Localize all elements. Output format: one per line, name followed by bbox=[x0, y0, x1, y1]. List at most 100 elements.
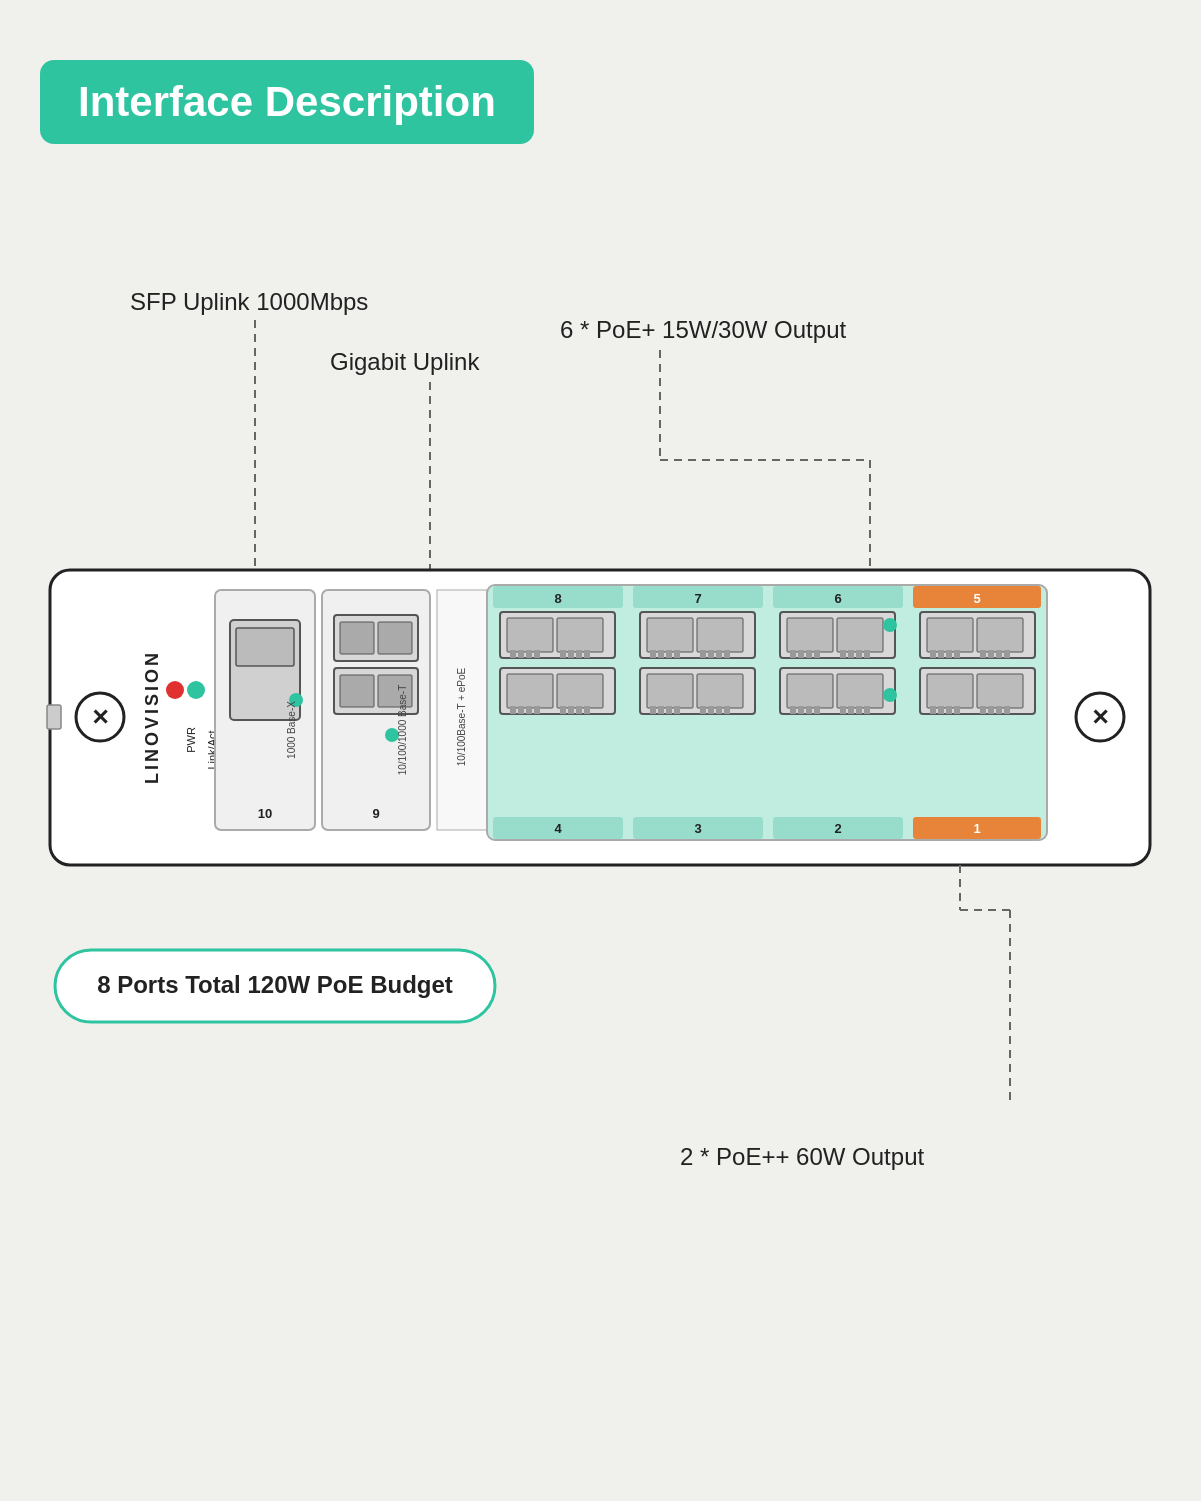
svg-rect-63 bbox=[837, 674, 883, 708]
svg-rect-7 bbox=[534, 650, 540, 658]
svg-rect-71 bbox=[864, 706, 870, 714]
brand-text: LINOVISION bbox=[142, 650, 162, 784]
svg-rect-16 bbox=[666, 650, 672, 658]
gigabit-spec-label: 10/100/1000 Base-T bbox=[397, 685, 408, 776]
svg-rect-74 bbox=[930, 706, 936, 714]
sfp-label-text: SFP Uplink 1000Mbps bbox=[130, 288, 368, 315]
svg-rect-37 bbox=[954, 650, 960, 658]
svg-rect-59 bbox=[708, 706, 714, 714]
svg-rect-54 bbox=[650, 706, 656, 714]
sfp-spec-label: 1000 Base-X bbox=[286, 701, 297, 759]
port1-num: 1 bbox=[973, 821, 980, 836]
sfp-inner bbox=[236, 628, 294, 666]
svg-rect-38 bbox=[980, 650, 986, 658]
svg-rect-58 bbox=[700, 706, 706, 714]
port6-led bbox=[883, 618, 897, 632]
svg-rect-40 bbox=[996, 650, 1002, 658]
svg-rect-65 bbox=[798, 706, 804, 714]
svg-rect-19 bbox=[708, 650, 714, 658]
port5-num: 5 bbox=[973, 591, 980, 606]
port4-num: 4 bbox=[554, 821, 562, 836]
svg-rect-69 bbox=[848, 706, 854, 714]
svg-rect-60 bbox=[716, 706, 722, 714]
svg-rect-23 bbox=[837, 618, 883, 652]
svg-rect-66 bbox=[806, 706, 812, 714]
svg-rect-43 bbox=[557, 674, 603, 708]
svg-rect-36 bbox=[946, 650, 952, 658]
svg-rect-48 bbox=[560, 706, 566, 714]
port9-label: 9 bbox=[372, 806, 379, 821]
svg-rect-11 bbox=[584, 650, 590, 658]
svg-rect-41 bbox=[1004, 650, 1010, 658]
poe-plus-label-text: 6 * PoE+ 15W/30W Output bbox=[560, 316, 846, 343]
svg-rect-73 bbox=[977, 674, 1023, 708]
poe-budget-label: 8 Ports Total 120W PoE Budget bbox=[97, 971, 453, 998]
port7-num: 7 bbox=[694, 591, 701, 606]
port6-num: 6 bbox=[834, 591, 841, 606]
gigabit-rj45-bot-inner bbox=[340, 675, 374, 707]
svg-rect-27 bbox=[814, 650, 820, 658]
svg-rect-25 bbox=[798, 650, 804, 658]
svg-rect-79 bbox=[988, 706, 994, 714]
svg-rect-13 bbox=[697, 618, 743, 652]
svg-rect-17 bbox=[674, 650, 680, 658]
svg-rect-14 bbox=[650, 650, 656, 658]
svg-rect-15 bbox=[658, 650, 664, 658]
svg-text:✕: ✕ bbox=[91, 705, 109, 730]
svg-rect-21 bbox=[724, 650, 730, 658]
left-connector bbox=[47, 705, 61, 729]
svg-rect-45 bbox=[518, 706, 524, 714]
svg-rect-33 bbox=[977, 618, 1023, 652]
svg-rect-2 bbox=[507, 618, 553, 652]
svg-rect-44 bbox=[510, 706, 516, 714]
svg-rect-50 bbox=[576, 706, 582, 714]
svg-rect-64 bbox=[790, 706, 796, 714]
port8-num: 8 bbox=[554, 591, 561, 606]
pwr-led bbox=[166, 681, 184, 699]
svg-rect-39 bbox=[988, 650, 994, 658]
svg-rect-30 bbox=[856, 650, 862, 658]
svg-rect-57 bbox=[674, 706, 680, 714]
svg-rect-34 bbox=[930, 650, 936, 658]
gigabit-rj45-top-inner2 bbox=[378, 622, 412, 654]
port2-led bbox=[883, 688, 897, 702]
svg-rect-35 bbox=[938, 650, 944, 658]
svg-rect-70 bbox=[856, 706, 862, 714]
svg-rect-61 bbox=[724, 706, 730, 714]
svg-rect-5 bbox=[518, 650, 524, 658]
svg-rect-42 bbox=[507, 674, 553, 708]
svg-rect-55 bbox=[658, 706, 664, 714]
svg-rect-18 bbox=[700, 650, 706, 658]
svg-rect-8 bbox=[560, 650, 566, 658]
gigabit-label-text: Gigabit Uplink bbox=[330, 348, 480, 375]
svg-rect-81 bbox=[1004, 706, 1010, 714]
svg-rect-78 bbox=[980, 706, 986, 714]
svg-rect-49 bbox=[568, 706, 574, 714]
epoe-spec-label: 10/100Base-T + ePoE bbox=[456, 667, 467, 766]
svg-rect-20 bbox=[716, 650, 722, 658]
port3-num: 3 bbox=[694, 821, 701, 836]
svg-rect-3 bbox=[557, 618, 603, 652]
svg-rect-68 bbox=[840, 706, 846, 714]
svg-rect-31 bbox=[864, 650, 870, 658]
svg-rect-72 bbox=[927, 674, 973, 708]
svg-rect-75 bbox=[938, 706, 944, 714]
svg-rect-4 bbox=[510, 650, 516, 658]
gigabit-rj45-top-inner bbox=[340, 622, 374, 654]
svg-rect-6 bbox=[526, 650, 532, 658]
svg-rect-28 bbox=[840, 650, 846, 658]
svg-rect-26 bbox=[806, 650, 812, 658]
svg-rect-12 bbox=[647, 618, 693, 652]
svg-rect-10 bbox=[576, 650, 582, 658]
poe-plusplus-label-text: 2 * PoE++ 60W Output bbox=[680, 1143, 924, 1170]
svg-rect-47 bbox=[534, 706, 540, 714]
port10-label: 10 bbox=[258, 806, 272, 821]
svg-rect-67 bbox=[814, 706, 820, 714]
svg-rect-77 bbox=[954, 706, 960, 714]
svg-rect-80 bbox=[996, 706, 1002, 714]
diagram-svg: SFP Uplink 1000Mbps Gigabit Uplink 6 * P… bbox=[0, 0, 1201, 1501]
port2-num: 2 bbox=[834, 821, 841, 836]
svg-rect-29 bbox=[848, 650, 854, 658]
svg-rect-52 bbox=[647, 674, 693, 708]
svg-rect-9 bbox=[568, 650, 574, 658]
